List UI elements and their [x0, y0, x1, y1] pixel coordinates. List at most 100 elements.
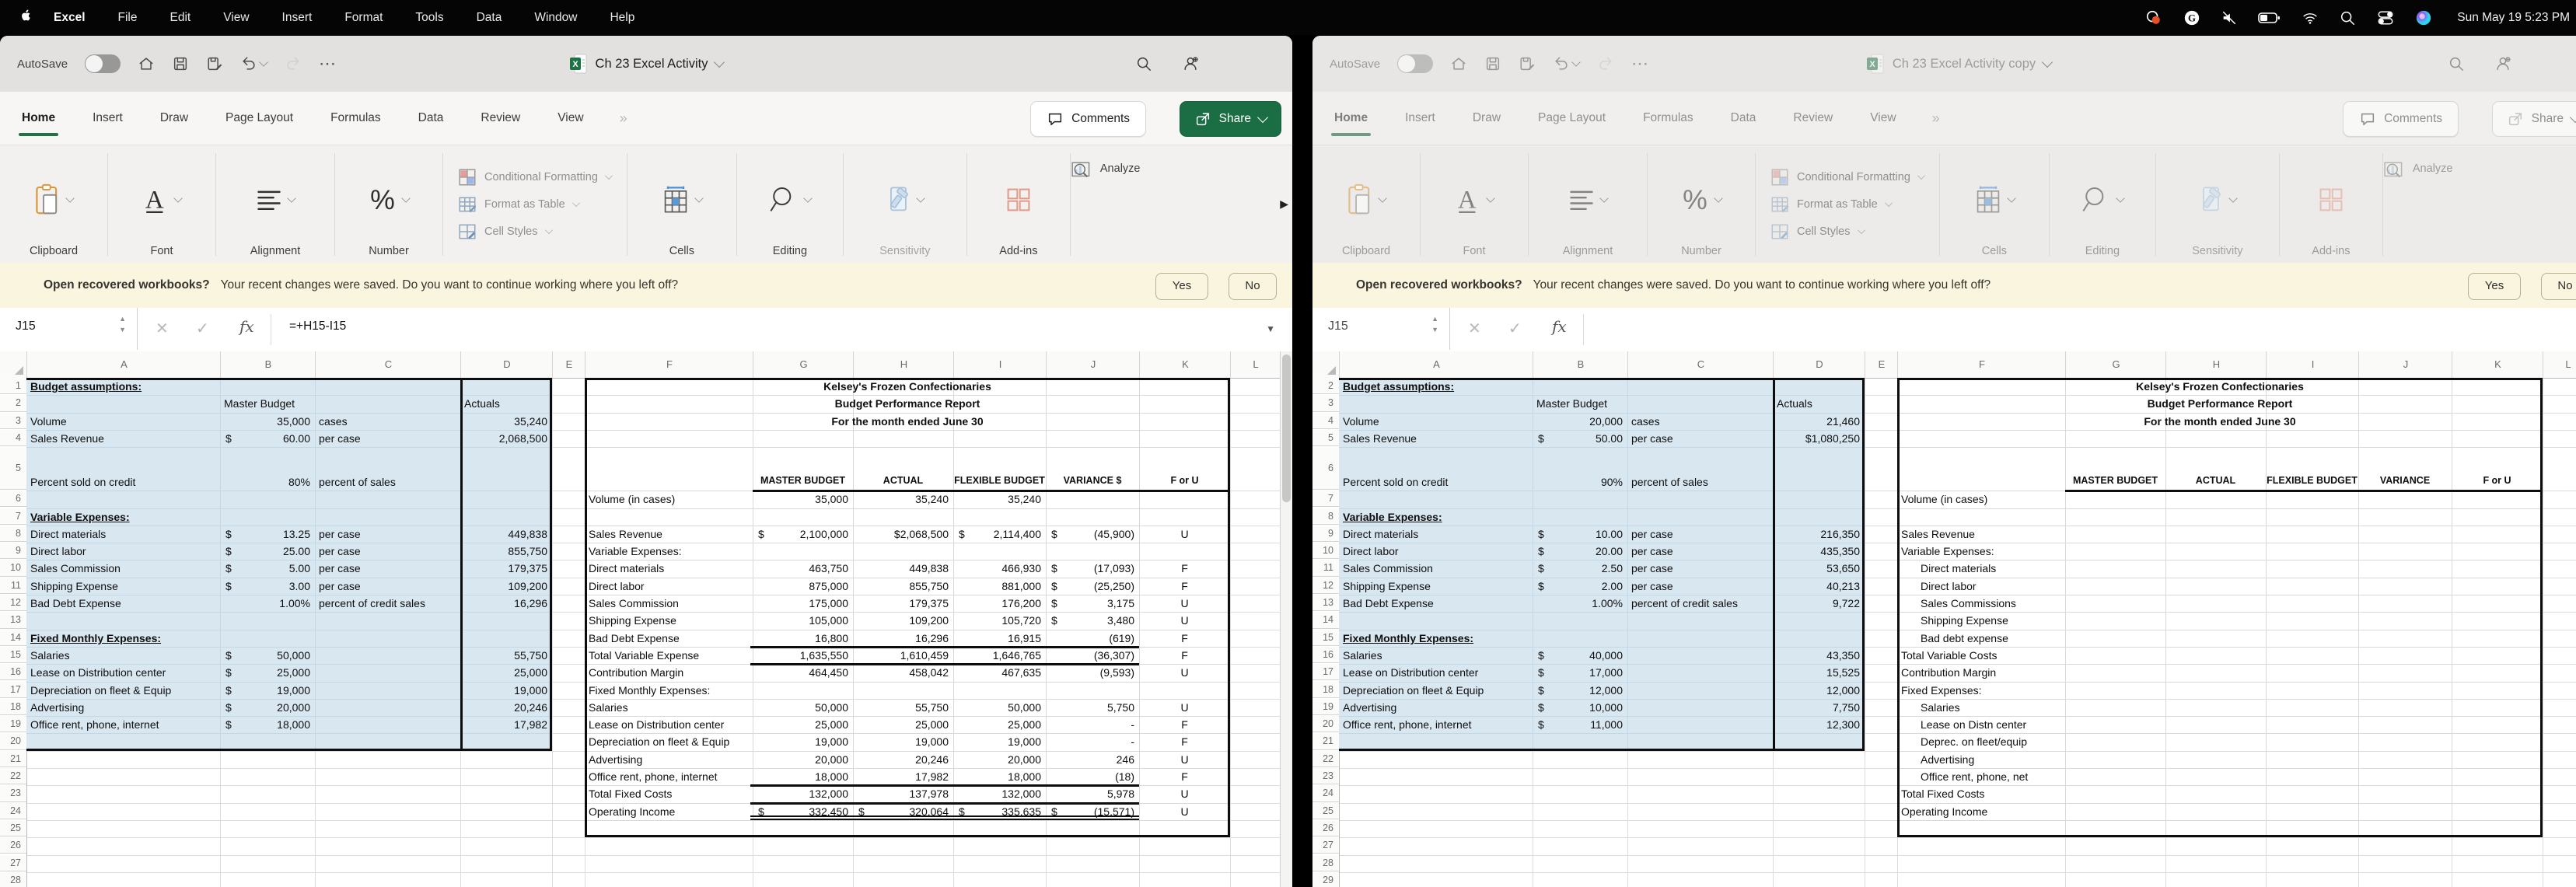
row-header-16[interactable]: 16 — [0, 664, 26, 680]
cell-G13[interactable]: 105,000 — [753, 612, 853, 629]
cell-F16[interactable]: Total Variable Costs — [1897, 647, 2065, 664]
row-header-14[interactable]: 14 — [0, 630, 26, 646]
ribbon-button-format-as-table[interactable]: Format as Table — [1770, 194, 1925, 215]
cell-I21[interactable]: 20,000 — [953, 751, 1046, 768]
ribbon-overflow-icon[interactable]: ▶ — [1280, 197, 1288, 211]
row-header-25[interactable]: 25 — [0, 820, 26, 836]
name-box-spinner[interactable]: ▲▼ — [1431, 316, 1438, 333]
cell-F15[interactable]: Total Variable Expense — [585, 647, 753, 664]
col-header-E[interactable]: E — [552, 351, 585, 378]
ribbon-group-cells[interactable]: Cells — [627, 145, 736, 264]
cell-F7[interactable]: Volume (in cases) — [1897, 491, 2065, 508]
no-button[interactable]: No — [1229, 273, 1277, 300]
cell-F17[interactable]: Contribution Margin — [1897, 664, 2065, 681]
cell-A2[interactable]: Budget assumptions: — [1339, 378, 1533, 395]
cell-H13[interactable]: 109,200 — [853, 612, 953, 629]
menu-item-view[interactable]: View — [223, 11, 249, 25]
tabs-overflow-icon[interactable]: » — [620, 110, 626, 127]
cell-H16[interactable]: 458,042 — [853, 664, 953, 681]
cell-C11[interactable]: per case — [315, 578, 460, 595]
cancel-icon[interactable]: ✕ — [156, 319, 169, 338]
ribbon-group-editing[interactable]: Editing — [2050, 145, 2155, 264]
row-header-11[interactable]: 11 — [1312, 560, 1339, 576]
cell-A5[interactable]: Sales Revenue — [1339, 430, 1533, 447]
cell-A16[interactable]: Salaries — [1339, 647, 1533, 664]
ribbon-group-alignment[interactable]: Alignment — [216, 145, 334, 264]
cell-I8[interactable]: $2,114,400 — [953, 526, 1046, 543]
cell-I12[interactable]: 176,200 — [953, 595, 1046, 612]
cell-F23[interactable]: Total Fixed Costs — [585, 785, 753, 802]
row-header-29[interactable]: 29 — [1312, 872, 1339, 887]
row-header-26[interactable]: 26 — [0, 837, 26, 854]
cell-J23[interactable]: 5,978 — [1046, 785, 1139, 802]
col-header-A[interactable]: A — [1339, 351, 1533, 378]
cell-D12[interactable]: 40,213 — [1773, 578, 1865, 595]
cell-J21[interactable]: 246 — [1046, 751, 1139, 768]
cell-A3[interactable]: Volume — [26, 413, 220, 430]
ribbon-group-editing[interactable]: Editing — [737, 145, 843, 264]
ribbon-button-conditional-formatting[interactable]: Conditional Formatting — [457, 167, 613, 187]
vertical-scrollbar[interactable] — [1280, 351, 1292, 887]
cell-B9[interactable]: $25.00 — [220, 543, 315, 560]
cell-C12[interactable]: per case — [1627, 578, 1773, 595]
report-header-G5[interactable]: MASTER BUDGET — [753, 471, 853, 490]
cell-F20[interactable]: Depreciation on fleet & Equip — [585, 733, 753, 750]
cell-K18[interactable]: U — [1139, 699, 1230, 716]
cell-A15[interactable]: Salaries — [26, 647, 220, 664]
cell-B16[interactable]: $40,000 — [1533, 647, 1627, 664]
cell-D13[interactable]: 9,722 — [1773, 595, 1865, 612]
row-header-12[interactable]: 12 — [1312, 578, 1339, 594]
cell-G22[interactable]: 18,000 — [753, 768, 853, 785]
row-header-13[interactable]: 13 — [1312, 595, 1339, 611]
ribbon-group-sensitivity[interactable]: Sensitivity — [844, 145, 966, 264]
cell-A6[interactable]: Percent sold on credit — [1339, 473, 1533, 491]
col-header-L[interactable]: L — [1230, 351, 1281, 378]
cell-C3[interactable]: cases — [315, 413, 460, 430]
cell-G6[interactable]: 35,000 — [753, 491, 853, 508]
cell-B13[interactable]: 1.00% — [1533, 595, 1627, 612]
cell-D18[interactable]: 12,000 — [1773, 682, 1865, 699]
row-header-27[interactable]: 27 — [1312, 837, 1339, 854]
cell-F23[interactable]: Office rent, phone, net — [1897, 768, 2065, 785]
col-header-C[interactable]: C — [315, 351, 461, 378]
cell-I13[interactable]: 105,720 — [953, 612, 1046, 629]
cell-A13[interactable]: Bad Debt Expense — [1339, 595, 1533, 612]
cell-G8[interactable]: $2,100,000 — [753, 526, 853, 543]
cell-G12[interactable]: 175,000 — [753, 595, 853, 612]
enter-icon[interactable]: ✓ — [196, 319, 209, 338]
siri-icon[interactable] — [2415, 9, 2432, 26]
cell-A12[interactable]: Shipping Expense — [1339, 578, 1533, 595]
col-header-F[interactable]: F — [1897, 351, 2066, 378]
cell-F14[interactable]: Bad Debt Expense — [585, 630, 753, 647]
tab-data[interactable]: Data — [417, 107, 446, 130]
report-header-I5[interactable]: FLEXIBLE BUDGET — [953, 471, 1046, 490]
row-header-10[interactable]: 10 — [1312, 543, 1339, 559]
ribbon-group-number[interactable]: %Number — [1648, 145, 1755, 264]
cell-B20[interactable]: $11,000 — [1533, 716, 1627, 733]
cell-F25[interactable]: Operating Income — [1897, 803, 2065, 820]
no-button[interactable]: No — [2541, 273, 2576, 300]
cell-A8[interactable]: Variable Expenses: — [1339, 508, 1533, 526]
cell-H15[interactable]: 1,610,459 — [853, 647, 953, 664]
cell-J14[interactable]: (619) — [1046, 630, 1139, 647]
cell-F19[interactable]: Salaries — [1897, 699, 2065, 716]
comments-button[interactable]: Comments — [1030, 101, 1146, 137]
cell-F21[interactable]: Advertising — [585, 751, 753, 768]
col-header-H[interactable]: H — [853, 351, 954, 378]
cell-K15[interactable]: F — [1139, 647, 1230, 664]
cell-D9[interactable]: 855,750 — [460, 543, 552, 560]
tab-page-layout[interactable]: Page Layout — [1536, 107, 1607, 130]
cell-B2[interactable]: Master Budget — [220, 395, 315, 412]
scrollbar-thumb[interactable] — [1282, 354, 1291, 502]
cell-C6[interactable]: percent of sales — [1627, 473, 1773, 491]
cell-H8[interactable]: $2,068,500 — [853, 526, 953, 543]
cell-K16[interactable]: U — [1139, 664, 1230, 681]
cell-F12[interactable]: Direct labor — [1897, 578, 2065, 595]
cell-B12[interactable]: 1.00% — [220, 595, 315, 612]
row-header-13[interactable]: 13 — [0, 612, 26, 628]
formula-input[interactable]: =+H15-I15 — [289, 320, 346, 333]
row-header-20[interactable]: 20 — [1312, 716, 1339, 732]
cell-G19[interactable]: 25,000 — [753, 716, 853, 733]
cell-F18[interactable]: Fixed Expenses: — [1897, 682, 2065, 699]
report-header-H6[interactable]: ACTUAL — [2165, 471, 2266, 490]
